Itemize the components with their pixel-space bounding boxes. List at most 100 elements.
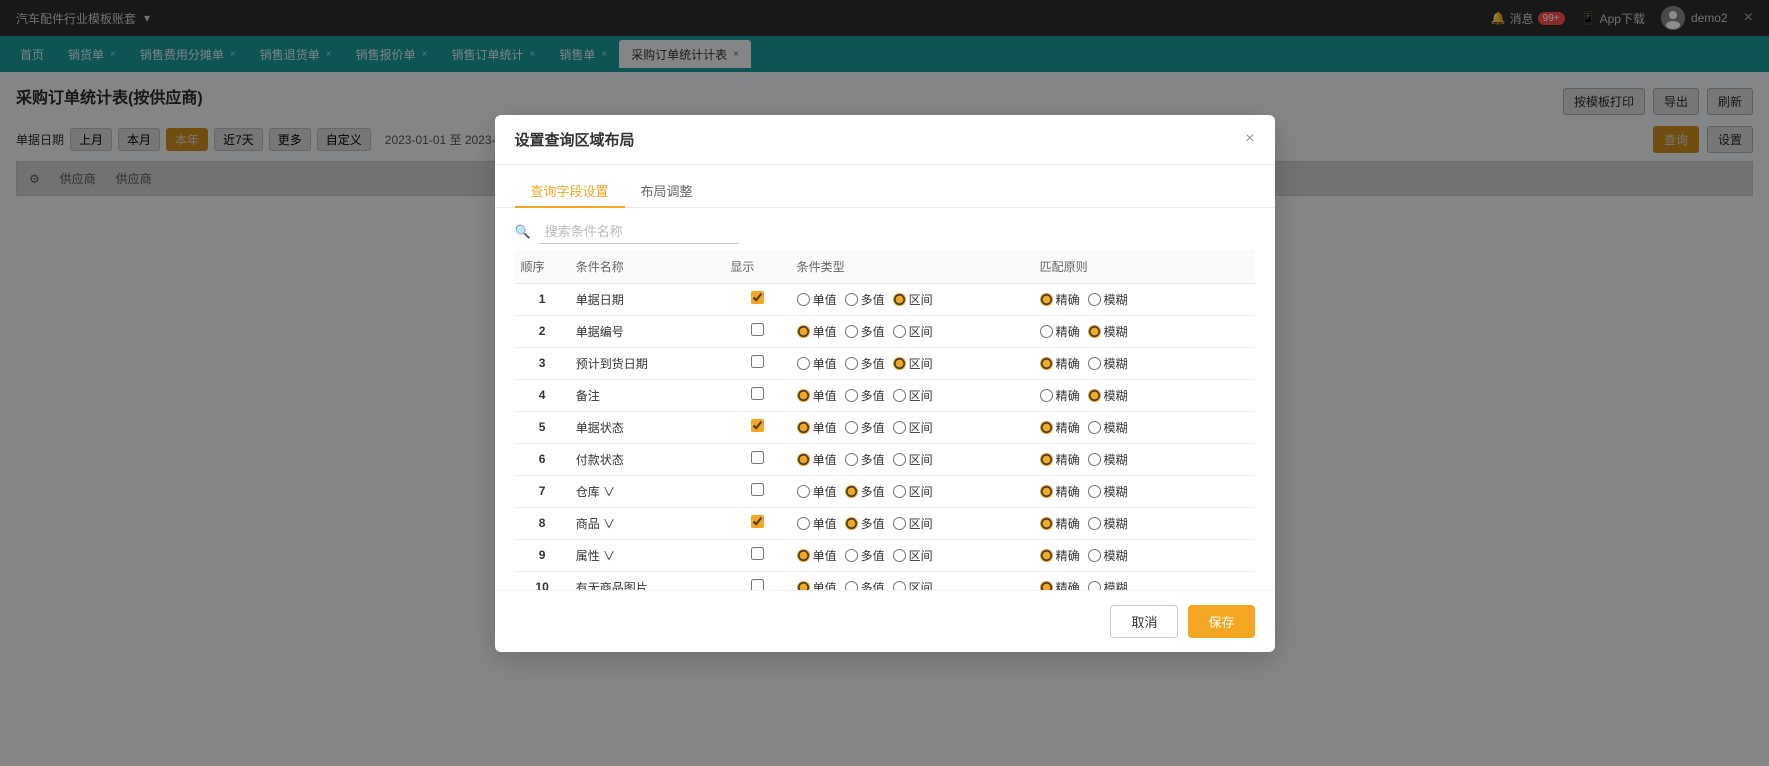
match-radio-模糊[interactable] [1088, 549, 1101, 562]
match-radio-item[interactable]: 精确 [1040, 419, 1080, 436]
type-radio-item[interactable]: 单值 [797, 323, 837, 340]
type-radio-多值[interactable] [845, 549, 858, 562]
match-radio-模糊[interactable] [1088, 453, 1101, 466]
match-radio-精确[interactable] [1040, 581, 1053, 590]
match-radio-精确[interactable] [1040, 357, 1053, 370]
type-radio-区间[interactable] [893, 549, 906, 562]
type-radio-单值[interactable] [797, 453, 810, 466]
match-radio-item[interactable]: 精确 [1040, 451, 1080, 468]
row-show-checkbox[interactable] [751, 483, 764, 496]
type-radio-多值[interactable] [845, 389, 858, 402]
row-show-checkbox[interactable] [751, 547, 764, 560]
search-input[interactable] [539, 220, 739, 244]
type-radio-item[interactable]: 单值 [797, 483, 837, 500]
type-radio-item[interactable]: 区间 [893, 451, 933, 468]
row-show-checkbox[interactable] [751, 419, 764, 432]
match-radio-模糊[interactable] [1088, 389, 1101, 402]
type-radio-区间[interactable] [893, 389, 906, 402]
type-radio-单值[interactable] [797, 325, 810, 338]
type-radio-item[interactable]: 区间 [893, 291, 933, 308]
type-radio-item[interactable]: 单值 [797, 419, 837, 436]
match-radio-item[interactable]: 精确 [1040, 291, 1080, 308]
match-radio-精确[interactable] [1040, 325, 1053, 338]
match-radio-精确[interactable] [1040, 389, 1053, 402]
match-radio-item[interactable]: 精确 [1040, 387, 1080, 404]
type-radio-单值[interactable] [797, 357, 810, 370]
type-radio-区间[interactable] [893, 325, 906, 338]
type-radio-区间[interactable] [893, 453, 906, 466]
match-radio-模糊[interactable] [1088, 581, 1101, 590]
match-radio-item[interactable]: 精确 [1040, 515, 1080, 532]
match-radio-item[interactable]: 模糊 [1088, 291, 1128, 308]
match-radio-模糊[interactable] [1088, 293, 1101, 306]
dialog-close-btn[interactable]: × [1245, 130, 1254, 148]
type-radio-item[interactable]: 区间 [893, 483, 933, 500]
type-radio-多值[interactable] [845, 357, 858, 370]
type-radio-item[interactable]: 单值 [797, 451, 837, 468]
row-show-checkbox[interactable] [751, 451, 764, 464]
match-radio-item[interactable]: 模糊 [1088, 451, 1128, 468]
type-radio-item[interactable]: 多值 [845, 323, 885, 340]
type-radio-多值[interactable] [845, 421, 858, 434]
match-radio-item[interactable]: 模糊 [1088, 323, 1128, 340]
type-radio-多值[interactable] [845, 485, 858, 498]
type-radio-多值[interactable] [845, 453, 858, 466]
row-show-checkbox[interactable] [751, 355, 764, 368]
type-radio-单值[interactable] [797, 549, 810, 562]
match-radio-item[interactable]: 模糊 [1088, 579, 1128, 590]
match-radio-item[interactable]: 精确 [1040, 355, 1080, 372]
match-radio-精确[interactable] [1040, 485, 1053, 498]
type-radio-item[interactable]: 多值 [845, 547, 885, 564]
type-radio-区间[interactable] [893, 357, 906, 370]
type-radio-item[interactable]: 单值 [797, 291, 837, 308]
row-show-checkbox[interactable] [751, 291, 764, 304]
match-radio-item[interactable]: 模糊 [1088, 419, 1128, 436]
type-radio-item[interactable]: 多值 [845, 451, 885, 468]
type-radio-item[interactable]: 单值 [797, 547, 837, 564]
match-radio-精确[interactable] [1040, 549, 1053, 562]
type-radio-item[interactable]: 多值 [845, 483, 885, 500]
save-btn[interactable]: 保存 [1188, 605, 1254, 638]
type-radio-多值[interactable] [845, 517, 858, 530]
match-radio-模糊[interactable] [1088, 421, 1101, 434]
match-radio-item[interactable]: 模糊 [1088, 547, 1128, 564]
type-radio-单值[interactable] [797, 517, 810, 530]
type-radio-item[interactable]: 区间 [893, 387, 933, 404]
match-radio-精确[interactable] [1040, 517, 1053, 530]
type-radio-item[interactable]: 单值 [797, 579, 837, 590]
type-radio-item[interactable]: 多值 [845, 291, 885, 308]
match-radio-模糊[interactable] [1088, 357, 1101, 370]
type-radio-区间[interactable] [893, 485, 906, 498]
type-radio-item[interactable]: 区间 [893, 419, 933, 436]
type-radio-item[interactable]: 单值 [797, 387, 837, 404]
match-radio-item[interactable]: 模糊 [1088, 355, 1128, 372]
type-radio-item[interactable]: 区间 [893, 579, 933, 590]
match-radio-item[interactable]: 精确 [1040, 323, 1080, 340]
type-radio-item[interactable]: 多值 [845, 419, 885, 436]
type-radio-item[interactable]: 区间 [893, 547, 933, 564]
type-radio-item[interactable]: 多值 [845, 355, 885, 372]
type-radio-区间[interactable] [893, 421, 906, 434]
match-radio-item[interactable]: 模糊 [1088, 515, 1128, 532]
match-radio-模糊[interactable] [1088, 485, 1101, 498]
match-radio-item[interactable]: 模糊 [1088, 387, 1128, 404]
type-radio-区间[interactable] [893, 581, 906, 590]
type-radio-item[interactable]: 区间 [893, 355, 933, 372]
tab-layout[interactable]: 布局调整 [625, 175, 709, 208]
tab-fields[interactable]: 查询字段设置 [515, 175, 625, 208]
match-radio-item[interactable]: 精确 [1040, 483, 1080, 500]
type-radio-单值[interactable] [797, 485, 810, 498]
match-radio-模糊[interactable] [1088, 325, 1101, 338]
row-show-checkbox[interactable] [751, 579, 764, 590]
row-show-checkbox[interactable] [751, 515, 764, 528]
type-radio-item[interactable]: 多值 [845, 579, 885, 590]
match-radio-精确[interactable] [1040, 421, 1053, 434]
match-radio-item[interactable]: 精确 [1040, 547, 1080, 564]
match-radio-模糊[interactable] [1088, 517, 1101, 530]
type-radio-item[interactable]: 单值 [797, 515, 837, 532]
match-radio-item[interactable]: 模糊 [1088, 483, 1128, 500]
match-radio-item[interactable]: 精确 [1040, 579, 1080, 590]
type-radio-单值[interactable] [797, 389, 810, 402]
type-radio-item[interactable]: 多值 [845, 515, 885, 532]
type-radio-item[interactable]: 区间 [893, 323, 933, 340]
